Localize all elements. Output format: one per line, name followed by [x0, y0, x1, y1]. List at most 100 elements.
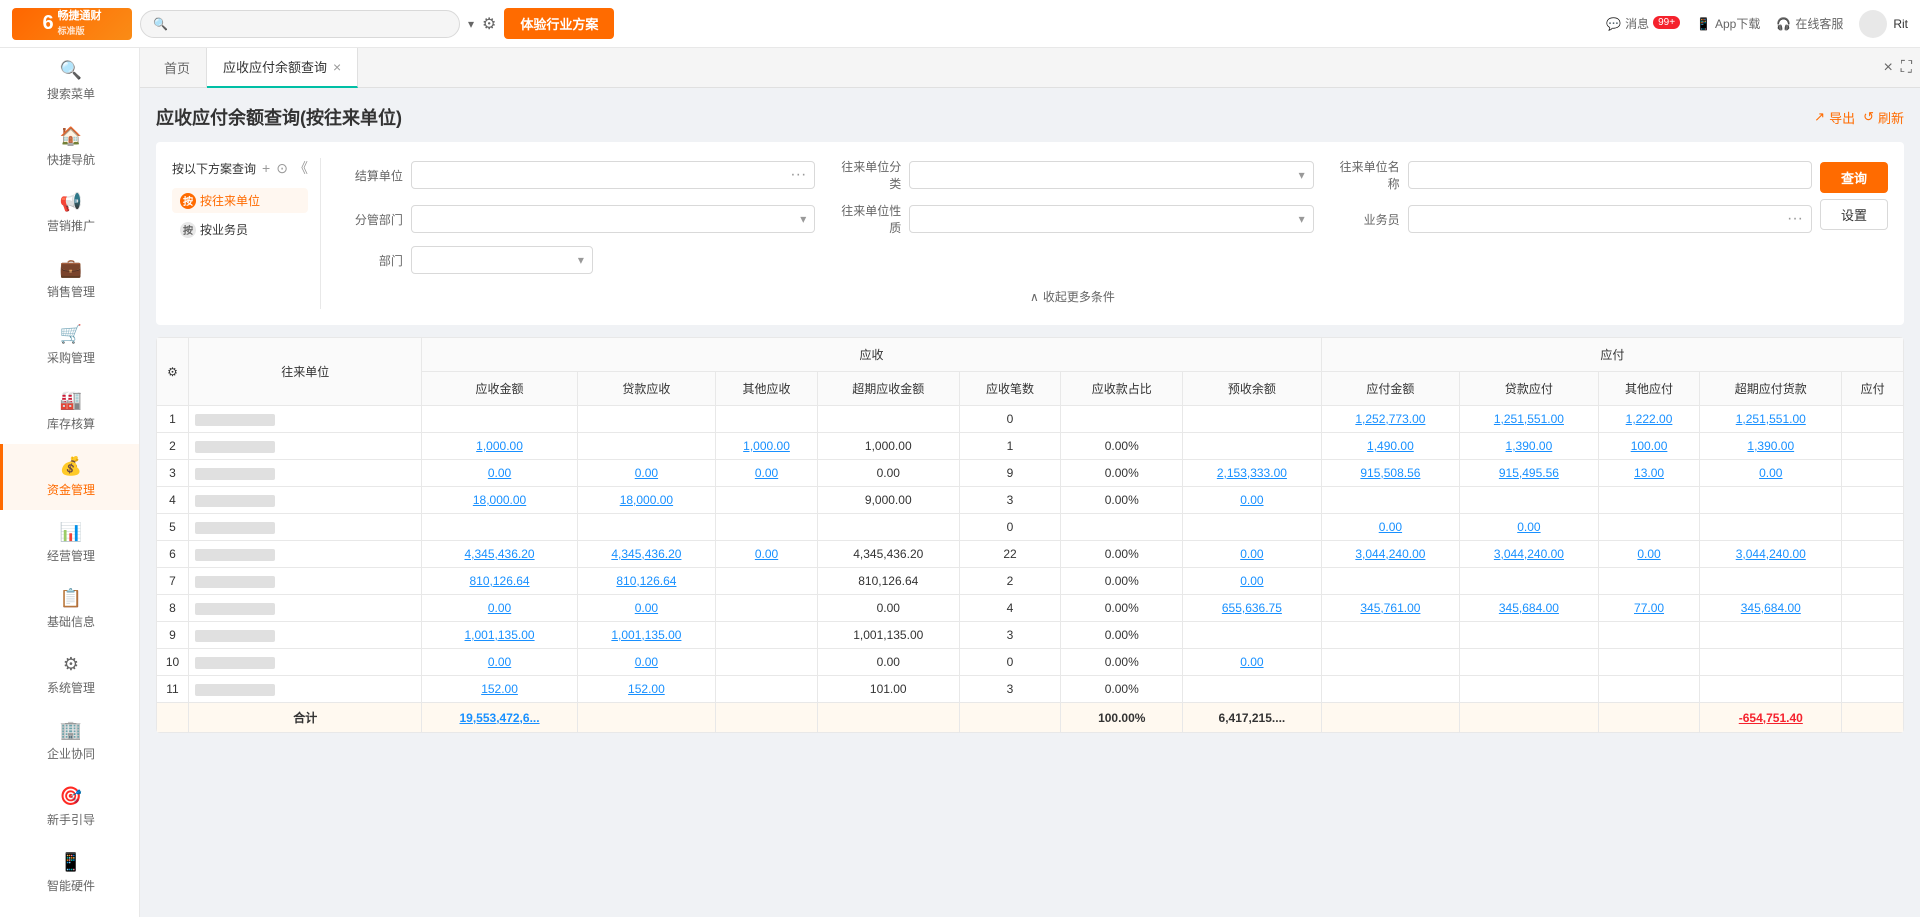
row-ar-loan[interactable]: 4,345,436.20	[577, 541, 716, 568]
window-close-icon[interactable]: ×	[1883, 59, 1892, 77]
row-ar-amount[interactable]: 1,001,135.00	[422, 622, 577, 649]
row-ap-amount[interactable]: 345,761.00	[1321, 595, 1460, 622]
row-ar-amount[interactable]: 18,000.00	[422, 487, 577, 514]
row-ar-amount[interactable]: 810,126.64	[422, 568, 577, 595]
row-ar-prepay[interactable]: 2,153,333.00	[1183, 460, 1322, 487]
row-ap-loan[interactable]: 3,044,240.00	[1460, 541, 1599, 568]
row-ar-amount[interactable]: 0.00	[422, 649, 577, 676]
top-search-bar[interactable]: 🔍	[140, 10, 460, 38]
row-ap-amount[interactable]: 1,252,773.00	[1321, 406, 1460, 433]
row-ar-loan[interactable]: 152.00	[577, 676, 716, 703]
row-ar-amount[interactable]: 0.00	[422, 460, 577, 487]
row-ar-loan[interactable]: 810,126.64	[577, 568, 716, 595]
row-ap-other[interactable]: 100.00	[1598, 433, 1700, 460]
row-ap-overdue[interactable]: 3,044,240.00	[1700, 541, 1842, 568]
row-ap-amount[interactable]: 1,490.00	[1321, 433, 1460, 460]
gear-icon[interactable]: ⚙	[482, 14, 496, 34]
partner-nature-input[interactable]: ▾	[909, 205, 1313, 233]
row-ap-other[interactable]: 77.00	[1598, 595, 1700, 622]
tab-home[interactable]: 首页	[148, 48, 207, 88]
footer-ar-total[interactable]: 19,553,472,6...	[422, 703, 577, 733]
online-service-btn[interactable]: 🎧 在线客服	[1776, 15, 1843, 32]
row-ar-loan[interactable]: 1,001,135.00	[577, 622, 716, 649]
settings-button[interactable]: 设置	[1820, 199, 1888, 230]
row-ar-loan[interactable]: 0.00	[577, 460, 716, 487]
row-ap-amount[interactable]: 3,044,240.00	[1321, 541, 1460, 568]
tab-ar-ap[interactable]: 应收应付余额查询 ×	[207, 48, 358, 88]
sidebar-item-purchase[interactable]: 🛒 采购管理	[0, 312, 139, 378]
row-ar-prepay[interactable]: 0.00	[1183, 487, 1322, 514]
row-ap-loan[interactable]: 1,251,551.00	[1460, 406, 1599, 433]
row-ar-prepay[interactable]: 655,636.75	[1183, 595, 1322, 622]
window-max-icon[interactable]: ⛶	[1901, 59, 1912, 77]
app-download-btn[interactable]: 📱 App下载	[1696, 15, 1760, 32]
department-input[interactable]: ▾	[411, 246, 593, 274]
row-ar-prepay[interactable]: 0.00	[1183, 649, 1322, 676]
sidebar-item-basic-info[interactable]: 📋 基础信息	[0, 576, 139, 642]
add-scheme-icon[interactable]: +	[262, 160, 270, 176]
settlement-unit-input[interactable]: ···	[411, 161, 815, 189]
row-ar-amount[interactable]: 4,345,436.20	[422, 541, 577, 568]
row-ap-loan[interactable]: 345,684.00	[1460, 595, 1599, 622]
sidebar-item-inventory[interactable]: 🏭 库存核算	[0, 378, 139, 444]
query-button[interactable]: 查询	[1820, 162, 1888, 193]
collapse-more-btn[interactable]: ∧ 收起更多条件	[1030, 288, 1115, 305]
table-settings-col[interactable]: ⚙	[157, 338, 189, 406]
row-ar-loan[interactable]: 18,000.00	[577, 487, 716, 514]
row-ap-amount[interactable]: 915,508.56	[1321, 460, 1460, 487]
export-button[interactable]: ↗ 导出	[1814, 108, 1855, 127]
user-info[interactable]: Rit	[1859, 10, 1908, 38]
row-ar-amount[interactable]: 1,000.00	[422, 433, 577, 460]
row-ar-other[interactable]: 0.00	[716, 541, 818, 568]
row-ap-overdue[interactable]: 1,390.00	[1700, 433, 1842, 460]
sidebar-item-wechat[interactable]: 💬 企业微信	[0, 906, 139, 917]
table-row: 64,345,436.204,345,436.200.004,345,436.2…	[157, 541, 1904, 568]
data-table-container: ⚙ 往来单位 应收 应付 应收金额 贷款应收 其他应收 超期应收金额 应收笔数 …	[156, 337, 1904, 733]
row-ap-loan[interactable]: 0.00	[1460, 514, 1599, 541]
tab-close-icon[interactable]: ×	[333, 59, 341, 75]
row-ar-loan[interactable]: 0.00	[577, 595, 716, 622]
sidebar-item-finance[interactable]: 💰 资金管理	[0, 444, 139, 510]
row-ap-overdue[interactable]: 1,251,551.00	[1700, 406, 1842, 433]
row-ap-overdue[interactable]: 345,684.00	[1700, 595, 1842, 622]
row-ap-other[interactable]: 13.00	[1598, 460, 1700, 487]
row-ar-prepay[interactable]: 0.00	[1183, 568, 1322, 595]
sidebar-item-marketing[interactable]: 📢 营销推广	[0, 180, 139, 246]
scheme-collapse-icon[interactable]: 《	[294, 158, 308, 178]
quick-nav-icon: 🏠	[60, 126, 82, 147]
salesperson-input[interactable]: ···	[1408, 205, 1812, 233]
partner-name-input[interactable]	[1408, 161, 1812, 189]
row-ap-other[interactable]: 1,222.00	[1598, 406, 1700, 433]
refresh-button[interactable]: ↺ 刷新	[1863, 108, 1904, 127]
row-ap-loan[interactable]: 1,390.00	[1460, 433, 1599, 460]
partner-category-input[interactable]: ▾	[909, 161, 1313, 189]
row-ar-other[interactable]: 0.00	[716, 460, 818, 487]
row-ar-amount[interactable]: 0.00	[422, 595, 577, 622]
row-ar-amount[interactable]: 152.00	[422, 676, 577, 703]
division-arrow-icon: ▾	[800, 212, 806, 226]
method-by-partner[interactable]: 按 按往来单位	[172, 188, 308, 213]
scheme-settings-icon[interactable]: ⊙	[276, 160, 288, 177]
footer-ap-overdue[interactable]: -654,751.40	[1700, 703, 1842, 733]
row-ar-loan[interactable]: 0.00	[577, 649, 716, 676]
messages-btn[interactable]: 💬 消息 99+	[1606, 15, 1680, 32]
sidebar-item-quick-nav[interactable]: 🏠 快捷导航	[0, 114, 139, 180]
row-ap-loan	[1460, 622, 1599, 649]
dropdown-arrow-icon[interactable]: ▾	[468, 17, 474, 31]
solution-button[interactable]: 体验行业方案	[504, 8, 614, 39]
row-ap-loan[interactable]: 915,495.56	[1460, 460, 1599, 487]
sidebar-item-enterprise[interactable]: 🏢 企业协同	[0, 708, 139, 774]
row-ap-amount[interactable]: 0.00	[1321, 514, 1460, 541]
method-by-salesperson[interactable]: 按 按业务员	[172, 217, 308, 242]
sidebar-item-business[interactable]: 📊 经营管理	[0, 510, 139, 576]
sidebar-item-search-menu[interactable]: 🔍 搜索菜单	[0, 48, 139, 114]
row-ar-prepay[interactable]: 0.00	[1183, 541, 1322, 568]
row-ar-other[interactable]: 1,000.00	[716, 433, 818, 460]
row-ap-other[interactable]: 0.00	[1598, 541, 1700, 568]
sidebar-item-smart-hw[interactable]: 📱 智能硬件	[0, 840, 139, 906]
division-input[interactable]: ▾	[411, 205, 815, 233]
sidebar-item-guide[interactable]: 🎯 新手引导	[0, 774, 139, 840]
row-ap-overdue[interactable]: 0.00	[1700, 460, 1842, 487]
sidebar-item-system[interactable]: ⚙ 系统管理	[0, 642, 139, 708]
sidebar-item-sales[interactable]: 💼 销售管理	[0, 246, 139, 312]
